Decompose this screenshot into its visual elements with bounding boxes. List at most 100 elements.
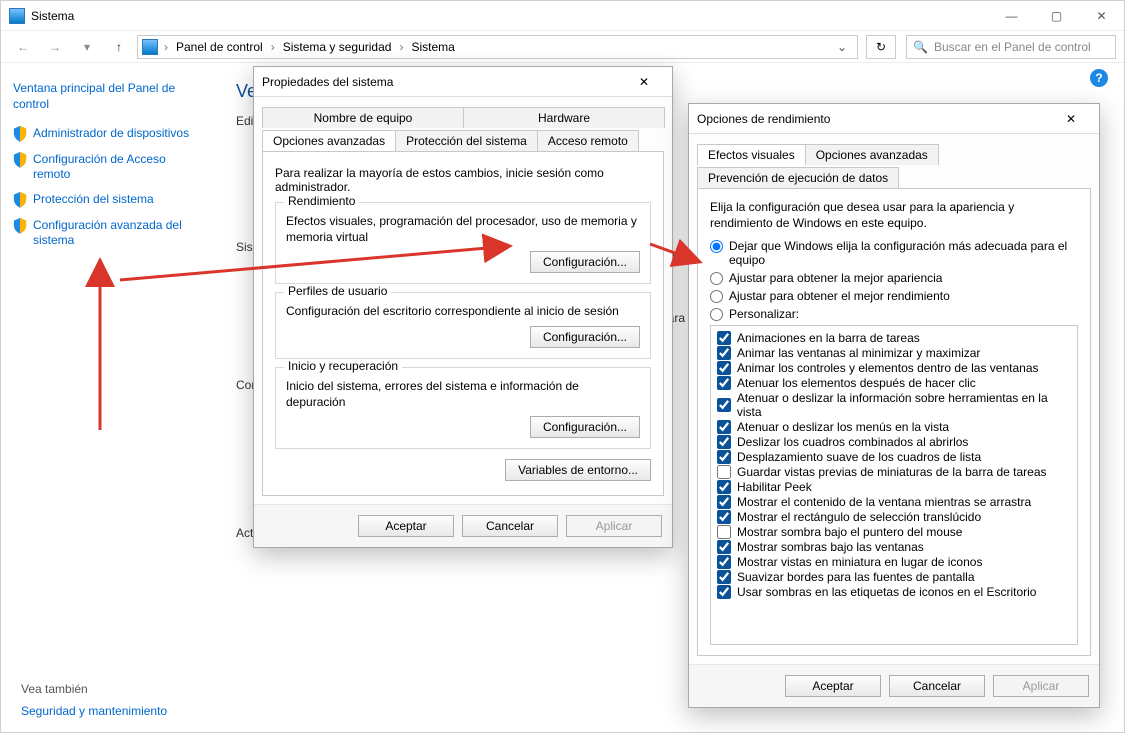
apply-button[interactable]: Aplicar [566, 515, 662, 537]
crumb-0[interactable]: Panel de control [174, 40, 265, 54]
checkbox-input[interactable] [717, 361, 731, 375]
checkbox-input[interactable] [717, 495, 731, 509]
perf-check-7[interactable]: Desplazamiento suave de los cuadros de l… [717, 450, 1071, 464]
env-vars-button[interactable]: Variables de entorno... [505, 459, 651, 481]
up-button[interactable]: ↑ [105, 35, 133, 59]
tab-visual-effects[interactable]: Efectos visuales [697, 144, 806, 165]
perf-radio-0[interactable]: Dejar que Windows elija la configuración… [710, 239, 1078, 267]
tab-hardware[interactable]: Hardware [463, 107, 665, 128]
checkbox-input[interactable] [717, 525, 731, 539]
sidebar-item-2[interactable]: Protección del sistema [13, 192, 204, 208]
perf-check-6[interactable]: Deslizar los cuadros combinados al abrir… [717, 435, 1071, 449]
perf-check-0[interactable]: Animaciones en la barra de tareas [717, 331, 1071, 345]
perf-check-8[interactable]: Guardar vistas previas de miniaturas de … [717, 465, 1071, 479]
checkbox-input[interactable] [717, 450, 731, 464]
profiles-settings-button[interactable]: Configuración... [530, 326, 640, 348]
checkbox-input[interactable] [717, 346, 731, 360]
perf-radio-1[interactable]: Ajustar para obtener la mejor apariencia [710, 271, 1078, 285]
search-placeholder: Buscar en el Panel de control [934, 40, 1091, 54]
help-icon[interactable]: ? [1090, 69, 1108, 87]
profiles-desc: Configuración del escritorio correspondi… [286, 303, 640, 319]
tab-strip: Nombre de equipo Hardware Opciones avanz… [262, 105, 664, 152]
cancel-button[interactable]: Cancelar [462, 515, 558, 537]
see-also-link[interactable]: Seguridad y mantenimiento [21, 704, 167, 718]
back-button[interactable]: ← [9, 35, 37, 59]
checkbox-input[interactable] [717, 465, 731, 479]
perf-radio-2[interactable]: Ajustar para obtener el mejor rendimient… [710, 289, 1078, 303]
search-box[interactable]: 🔍 Buscar en el Panel de control [906, 35, 1116, 59]
crumb-1[interactable]: Sistema y seguridad [281, 40, 394, 54]
dialog-close-button[interactable]: ✕ [624, 68, 664, 96]
perf-dialog-title: Opciones de rendimiento [697, 112, 830, 126]
refresh-button[interactable]: ↻ [866, 35, 896, 59]
perf-check-1[interactable]: Animar las ventanas al minimizar y maxim… [717, 346, 1071, 360]
checkbox-input[interactable] [717, 376, 731, 390]
tab-dep[interactable]: Prevención de ejecución de datos [697, 167, 899, 188]
radio-input[interactable] [710, 308, 723, 321]
checkbox-input[interactable] [717, 480, 731, 494]
address-bar[interactable]: › Panel de control › Sistema y seguridad… [137, 35, 858, 59]
sidebar-item-3[interactable]: Configuración avanzada del sistema [13, 218, 204, 248]
perf-check-13[interactable]: Mostrar sombras bajo las ventanas [717, 540, 1071, 554]
window-title: Sistema [31, 9, 74, 23]
sidebar-item-1[interactable]: Configuración de Acceso remoto [13, 152, 204, 182]
perf-radio-3[interactable]: Personalizar: [710, 307, 1078, 321]
perf-check-3[interactable]: Atenuar los elementos después de hacer c… [717, 376, 1071, 390]
radio-input[interactable] [710, 290, 723, 303]
checkbox-input[interactable] [717, 510, 731, 524]
perf-check-9[interactable]: Habilitar Peek [717, 480, 1071, 494]
checkbox-input[interactable] [717, 540, 731, 554]
perf-check-4[interactable]: Atenuar o deslizar la información sobre … [717, 391, 1071, 419]
perf-check-15[interactable]: Suavizar bordes para las fuentes de pant… [717, 570, 1071, 584]
checkbox-input[interactable] [717, 435, 731, 449]
perf-ok-button[interactable]: Aceptar [785, 675, 881, 697]
checkbox-input[interactable] [717, 585, 731, 599]
shield-icon [13, 152, 27, 168]
tab-remote[interactable]: Acceso remoto [537, 130, 639, 151]
tab-advanced-perf[interactable]: Opciones avanzadas [805, 144, 939, 165]
checkbox-label: Mostrar sombra bajo el puntero del mouse [737, 525, 962, 539]
maximize-button[interactable]: ▢ [1034, 1, 1079, 31]
startup-legend: Inicio y recuperación [284, 359, 402, 373]
forward-button[interactable]: → [41, 35, 69, 59]
checkbox-input[interactable] [717, 420, 731, 434]
radio-input[interactable] [710, 240, 723, 253]
perf-check-5[interactable]: Atenuar o deslizar los menús en la vista [717, 420, 1071, 434]
checkbox-label: Animar los controles y elementos dentro … [737, 361, 1039, 375]
perf-check-10[interactable]: Mostrar el contenido de la ventana mient… [717, 495, 1071, 509]
ok-button[interactable]: Aceptar [358, 515, 454, 537]
recent-button[interactable]: ▾ [73, 35, 101, 59]
minimize-button[interactable]: — [989, 1, 1034, 31]
tab-system-protection[interactable]: Protección del sistema [395, 130, 538, 151]
visual-effects-checklist[interactable]: Animaciones en la barra de tareasAnimar … [710, 325, 1078, 645]
titlebar: Sistema — ▢ ✕ [1, 1, 1124, 31]
checkbox-input[interactable] [717, 331, 731, 345]
perf-dialog-close-button[interactable]: ✕ [1051, 105, 1091, 133]
checkbox-input[interactable] [717, 398, 731, 412]
perf-check-11[interactable]: Mostrar el rectángulo de selección trans… [717, 510, 1071, 524]
sidebar-item-label: Configuración avanzada del sistema [33, 218, 204, 248]
perf-settings-button[interactable]: Configuración... [530, 251, 640, 273]
tab-computer-name[interactable]: Nombre de equipo [262, 107, 464, 128]
perf-apply-button[interactable]: Aplicar [993, 675, 1089, 697]
shield-icon [13, 192, 27, 208]
checkbox-input[interactable] [717, 570, 731, 584]
close-button[interactable]: ✕ [1079, 1, 1124, 31]
perf-check-14[interactable]: Mostrar vistas en miniatura en lugar de … [717, 555, 1071, 569]
sidebar-item-0[interactable]: Administrador de dispositivos [13, 126, 204, 142]
tab-advanced[interactable]: Opciones avanzadas [262, 130, 396, 151]
cp-home-link[interactable]: Ventana principal del Panel de control [13, 81, 204, 112]
crumb-2[interactable]: Sistema [409, 40, 456, 54]
checkbox-input[interactable] [717, 555, 731, 569]
performance-group: Rendimiento Efectos visuales, programaci… [275, 202, 651, 284]
radio-input[interactable] [710, 272, 723, 285]
profiles-legend: Perfiles de usuario [284, 284, 391, 298]
startup-settings-button[interactable]: Configuración... [530, 416, 640, 438]
perf-check-16[interactable]: Usar sombras en las etiquetas de iconos … [717, 585, 1071, 599]
perf-cancel-button[interactable]: Cancelar [889, 675, 985, 697]
address-dropdown-icon[interactable]: ⌄ [831, 40, 853, 54]
search-icon: 🔍 [913, 40, 928, 54]
perf-desc: Efectos visuales, programación del proce… [286, 213, 640, 245]
perf-check-12[interactable]: Mostrar sombra bajo el puntero del mouse [717, 525, 1071, 539]
perf-check-2[interactable]: Animar los controles y elementos dentro … [717, 361, 1071, 375]
